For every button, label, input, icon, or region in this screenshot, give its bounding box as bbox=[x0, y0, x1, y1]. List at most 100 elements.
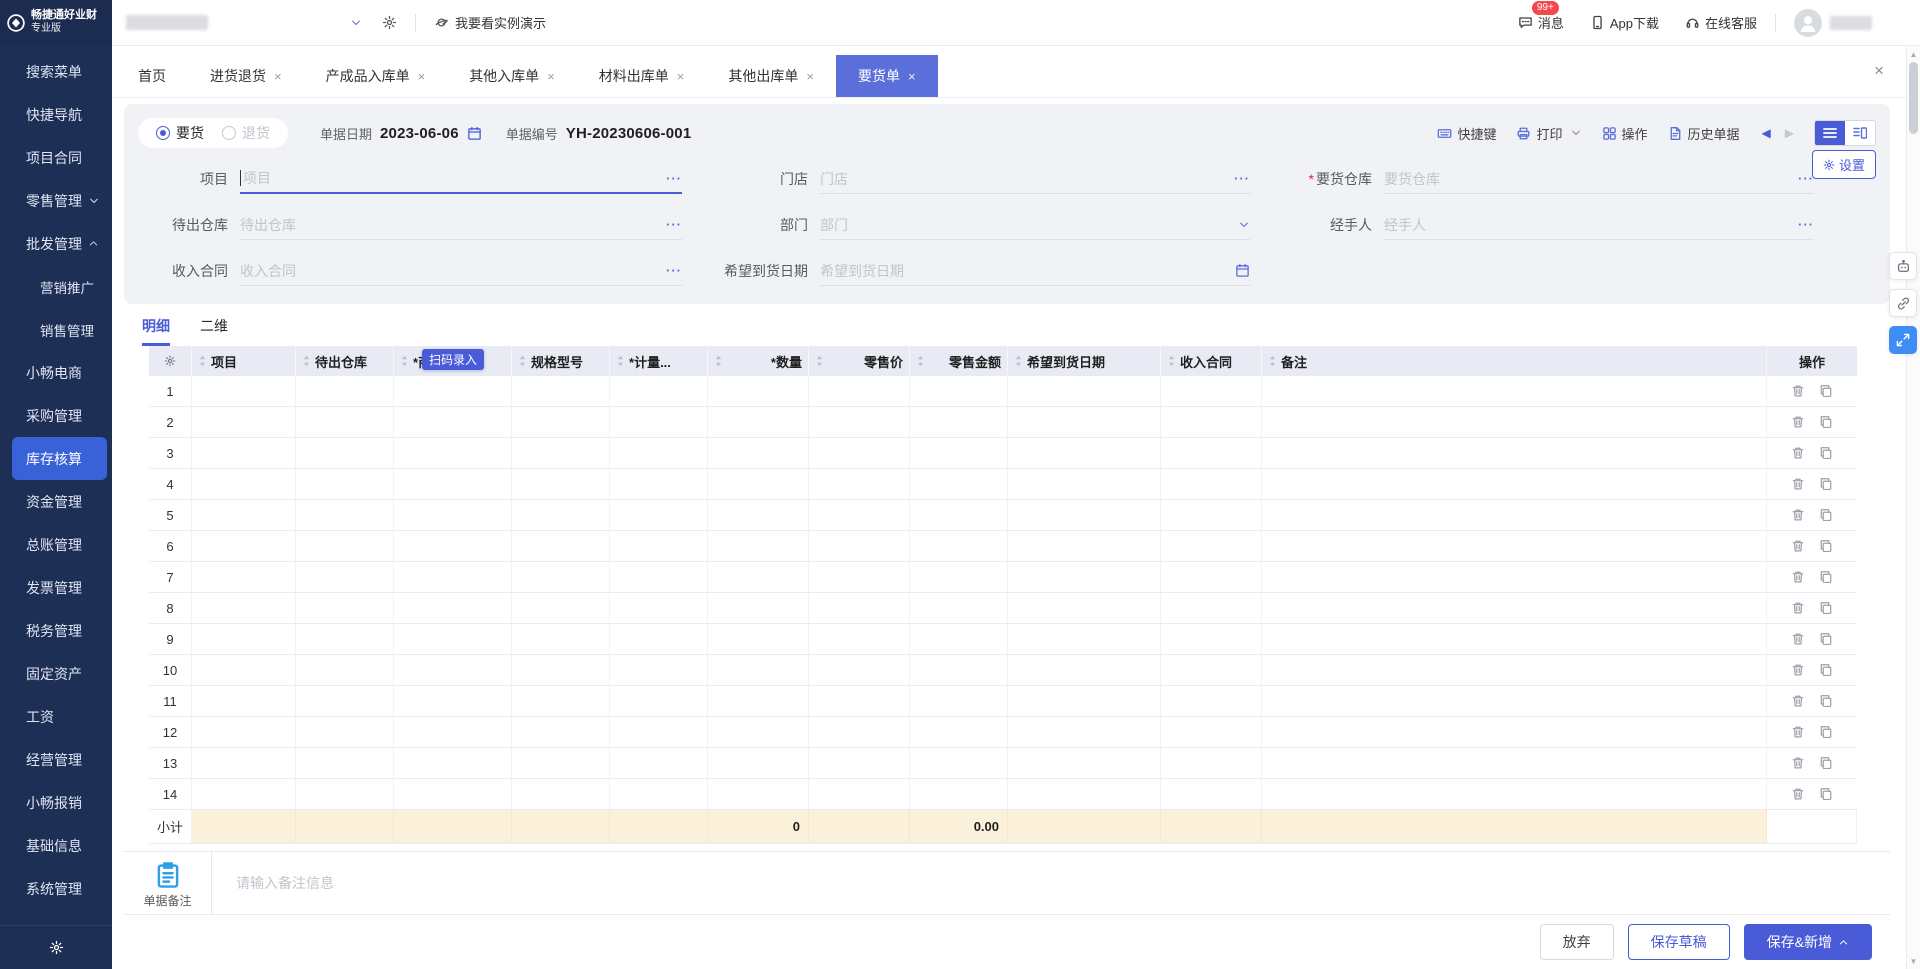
cell-out_warehouse[interactable] bbox=[296, 748, 394, 778]
cell-unit[interactable] bbox=[610, 748, 708, 778]
cell-contract[interactable] bbox=[1161, 779, 1262, 809]
cell-amount[interactable] bbox=[910, 748, 1008, 778]
column-header-project[interactable]: 项目 bbox=[192, 346, 296, 376]
cell-project[interactable] bbox=[192, 717, 296, 747]
cell-out_warehouse[interactable] bbox=[296, 500, 394, 530]
sidebar-item[interactable]: 搜索菜单 bbox=[0, 50, 112, 93]
cell-out_warehouse[interactable] bbox=[296, 593, 394, 623]
row-actions[interactable] bbox=[1767, 562, 1857, 592]
cell-price[interactable] bbox=[809, 593, 910, 623]
row-actions[interactable] bbox=[1767, 717, 1857, 747]
cell-spec[interactable] bbox=[512, 655, 610, 685]
cell-contract[interactable] bbox=[1161, 500, 1262, 530]
cell-remark[interactable] bbox=[1262, 438, 1767, 468]
row-actions[interactable] bbox=[1767, 531, 1857, 561]
cell-qty[interactable] bbox=[708, 655, 809, 685]
row-actions[interactable] bbox=[1767, 655, 1857, 685]
bill-note-tab[interactable]: 单据备注 bbox=[124, 852, 212, 914]
cell-qty[interactable] bbox=[708, 407, 809, 437]
cell-qty[interactable] bbox=[708, 779, 809, 809]
delete-row-icon[interactable] bbox=[1791, 663, 1805, 677]
tab-close-icon[interactable]: × bbox=[547, 69, 555, 84]
detail-tab-明细[interactable]: 明细 bbox=[142, 316, 170, 346]
cell-project[interactable] bbox=[192, 624, 296, 654]
cell-remark[interactable] bbox=[1262, 376, 1767, 406]
delete-row-icon[interactable] bbox=[1791, 539, 1805, 553]
cell-out_warehouse[interactable] bbox=[296, 779, 394, 809]
cell-qty[interactable] bbox=[708, 531, 809, 561]
cell-qty[interactable] bbox=[708, 376, 809, 406]
cell-unit[interactable] bbox=[610, 593, 708, 623]
copy-row-icon[interactable] bbox=[1819, 632, 1833, 646]
cell-unit[interactable] bbox=[610, 624, 708, 654]
cell-price[interactable] bbox=[809, 748, 910, 778]
cell-amount[interactable] bbox=[910, 376, 1008, 406]
org-selector[interactable] bbox=[126, 15, 362, 30]
copy-row-icon[interactable] bbox=[1819, 570, 1833, 584]
cell-spec[interactable] bbox=[512, 624, 610, 654]
cell-price[interactable] bbox=[809, 562, 910, 592]
copy-row-icon[interactable] bbox=[1819, 384, 1833, 398]
sidebar-item[interactable]: 营销推广 bbox=[0, 265, 112, 308]
cell-out_warehouse[interactable] bbox=[296, 655, 394, 685]
sidebar-item[interactable]: 资金管理 bbox=[0, 480, 112, 523]
tab-close-icon[interactable]: × bbox=[274, 69, 282, 84]
cell-spec[interactable] bbox=[512, 469, 610, 499]
cell-unit[interactable] bbox=[610, 531, 708, 561]
cell-out_warehouse[interactable] bbox=[296, 469, 394, 499]
sort-carets-icon[interactable] bbox=[400, 354, 409, 368]
messages-button[interactable]: 消息 99+ bbox=[1518, 1, 1564, 32]
cell-remark[interactable] bbox=[1262, 531, 1767, 561]
tab-close-icon[interactable]: × bbox=[677, 69, 685, 84]
cell-out_warehouse[interactable] bbox=[296, 562, 394, 592]
sort-carets-icon[interactable] bbox=[302, 354, 311, 368]
cell-out_warehouse[interactable] bbox=[296, 624, 394, 654]
column-header-out_warehouse[interactable]: 待出仓库 bbox=[296, 346, 394, 376]
row-actions[interactable] bbox=[1767, 469, 1857, 499]
sidebar-item[interactable]: 固定资产 bbox=[0, 652, 112, 695]
toolbar-keyboard-button[interactable]: 快捷键 bbox=[1437, 124, 1496, 143]
cell-unit[interactable] bbox=[610, 407, 708, 437]
delete-row-icon[interactable] bbox=[1791, 756, 1805, 770]
card-view-button[interactable] bbox=[1845, 121, 1875, 145]
tab-item[interactable]: 其他入库单 × bbox=[447, 55, 577, 97]
vertical-scrollbar[interactable]: ▲ ▼ bbox=[1906, 46, 1920, 969]
tab-close-icon[interactable]: × bbox=[806, 69, 814, 84]
next-record-icon[interactable]: ▶ bbox=[1785, 126, 1794, 140]
toolbar-history-button[interactable]: 历史单据 bbox=[1668, 124, 1740, 143]
cell-amount[interactable] bbox=[910, 500, 1008, 530]
sort-carets-icon[interactable] bbox=[815, 354, 824, 368]
cell-unit[interactable] bbox=[610, 562, 708, 592]
cell-contract[interactable] bbox=[1161, 593, 1262, 623]
cell-unit[interactable] bbox=[610, 469, 708, 499]
cell-remark[interactable] bbox=[1262, 686, 1767, 716]
tab-close-icon[interactable]: × bbox=[908, 69, 916, 84]
cell-spec[interactable] bbox=[512, 407, 610, 437]
row-actions[interactable] bbox=[1767, 779, 1857, 809]
cell-remark[interactable] bbox=[1262, 469, 1767, 499]
cell-price[interactable] bbox=[809, 655, 910, 685]
cell-price[interactable] bbox=[809, 469, 910, 499]
column-header-remark[interactable]: 备注 bbox=[1262, 346, 1767, 376]
field-input-项目[interactable]: 项目 ··· bbox=[240, 164, 682, 194]
cell-goods[interactable] bbox=[394, 717, 512, 747]
copy-row-icon[interactable] bbox=[1819, 508, 1833, 522]
demo-link[interactable]: 我要看实例演示 bbox=[434, 13, 546, 32]
delete-row-icon[interactable] bbox=[1791, 384, 1805, 398]
row-actions[interactable] bbox=[1767, 624, 1857, 654]
sidebar-item[interactable]: 批发管理 bbox=[0, 222, 112, 265]
sidebar-item[interactable]: 采购管理 bbox=[0, 394, 112, 437]
expand-button[interactable] bbox=[1889, 326, 1917, 354]
cell-expect_date[interactable] bbox=[1008, 624, 1161, 654]
cell-price[interactable] bbox=[809, 717, 910, 747]
cell-qty[interactable] bbox=[708, 686, 809, 716]
column-header-expect_date[interactable]: 希望到货日期 bbox=[1008, 346, 1161, 376]
delete-row-icon[interactable] bbox=[1791, 508, 1805, 522]
cell-price[interactable] bbox=[809, 500, 910, 530]
cell-spec[interactable] bbox=[512, 686, 610, 716]
cell-expect_date[interactable] bbox=[1008, 531, 1161, 561]
cell-expect_date[interactable] bbox=[1008, 748, 1161, 778]
tab-item[interactable]: 首页 bbox=[116, 55, 188, 97]
cell-qty[interactable] bbox=[708, 469, 809, 499]
delete-row-icon[interactable] bbox=[1791, 601, 1805, 615]
